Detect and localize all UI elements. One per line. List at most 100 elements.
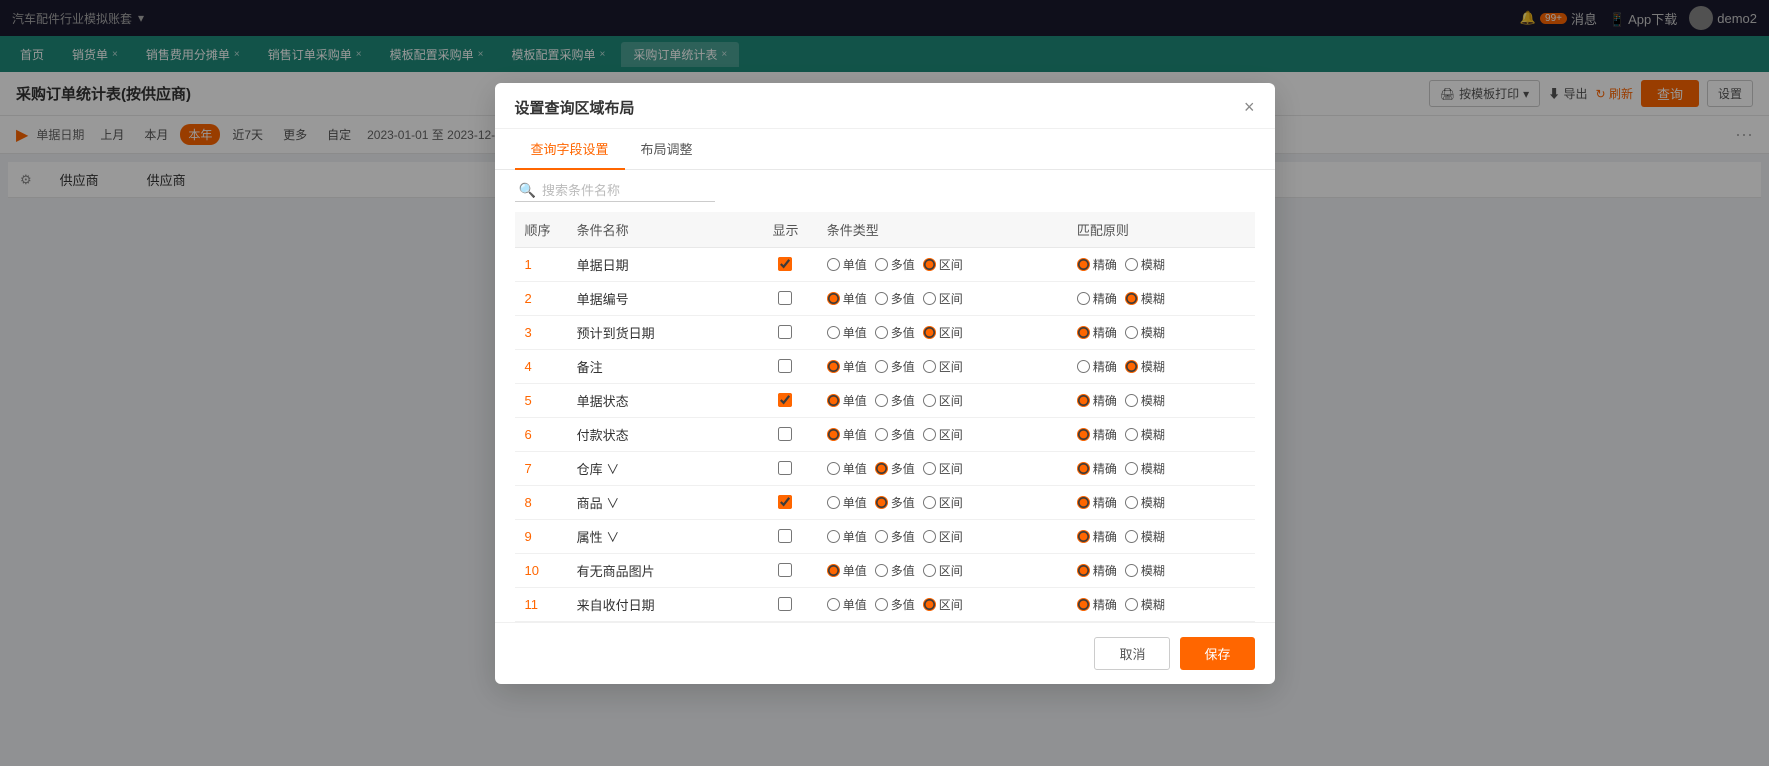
type-radio-type_single[interactable]: 单值 — [827, 494, 867, 511]
match-radio-match_exact[interactable]: 精确 — [1077, 562, 1117, 579]
match-radio-match_exact[interactable]: 精确 — [1077, 256, 1117, 273]
display-checkbox[interactable] — [778, 563, 792, 577]
match-radio-match_exact[interactable]: 精确 — [1077, 392, 1117, 409]
save-button[interactable]: 保存 — [1180, 637, 1254, 670]
row-name: 仓库 ∨ — [567, 451, 755, 485]
row-match: 精确模糊 — [1067, 587, 1255, 621]
row-name: 备注 — [567, 349, 755, 383]
type-radio-type_single[interactable]: 单值 — [827, 392, 867, 409]
type-radio-type_multi[interactable]: 多值 — [875, 460, 915, 477]
display-checkbox[interactable] — [778, 495, 792, 509]
match-radio-match_fuzzy[interactable]: 模糊 — [1125, 562, 1165, 579]
display-checkbox[interactable] — [778, 597, 792, 611]
type-radio-type_multi[interactable]: 多值 — [875, 392, 915, 409]
match-radio-match_exact[interactable]: 精确 — [1077, 460, 1117, 477]
type-radio-type_multi[interactable]: 多值 — [875, 426, 915, 443]
type-radio-type_range[interactable]: 区间 — [923, 290, 963, 307]
type-radio-type_range[interactable]: 区间 — [923, 528, 963, 545]
row-match: 精确模糊 — [1067, 247, 1255, 281]
row-order: 9 — [515, 519, 567, 553]
display-checkbox[interactable] — [778, 257, 792, 271]
display-checkbox[interactable] — [778, 291, 792, 305]
row-type: 单值多值区间 — [817, 281, 1067, 315]
row-match: 精确模糊 — [1067, 417, 1255, 451]
modal-tab-query-fields[interactable]: 查询字段设置 — [515, 129, 625, 170]
display-checkbox[interactable] — [778, 427, 792, 441]
row-type: 单值多值区间 — [817, 383, 1067, 417]
match-radio-match_fuzzy[interactable]: 模糊 — [1125, 596, 1165, 613]
table-head-row: 顺序 条件名称 显示 条件类型 匹配原则 — [515, 212, 1255, 248]
display-checkbox[interactable] — [778, 359, 792, 373]
display-checkbox[interactable] — [778, 325, 792, 339]
type-radio-type_multi[interactable]: 多值 — [875, 324, 915, 341]
match-radio-match_exact[interactable]: 精确 — [1077, 290, 1117, 307]
match-radio-match_fuzzy[interactable]: 模糊 — [1125, 256, 1165, 273]
type-radio-type_multi[interactable]: 多值 — [875, 494, 915, 511]
type-radio-type_multi[interactable]: 多值 — [875, 290, 915, 307]
match-radio-match_exact[interactable]: 精确 — [1077, 596, 1117, 613]
row-name: 来自收付日期 — [567, 587, 755, 621]
search-input[interactable] — [542, 183, 702, 198]
row-display — [754, 417, 817, 451]
match-radio-match_fuzzy[interactable]: 模糊 — [1125, 392, 1165, 409]
type-radio-type_range[interactable]: 区间 — [923, 358, 963, 375]
type-radio-type_range[interactable]: 区间 — [923, 256, 963, 273]
row-match: 精确模糊 — [1067, 519, 1255, 553]
cancel-button[interactable]: 取消 — [1094, 637, 1170, 670]
type-radio-type_single[interactable]: 单值 — [827, 324, 867, 341]
table-row: 9属性 ∨单值多值区间精确模糊 — [515, 519, 1255, 553]
row-match: 精确模糊 — [1067, 315, 1255, 349]
match-radio-match_fuzzy[interactable]: 模糊 — [1125, 290, 1165, 307]
type-radio-type_single[interactable]: 单值 — [827, 290, 867, 307]
match-radio-match_fuzzy[interactable]: 模糊 — [1125, 494, 1165, 511]
display-checkbox[interactable] — [778, 393, 792, 407]
match-radio-match_exact[interactable]: 精确 — [1077, 528, 1117, 545]
row-display — [754, 281, 817, 315]
type-radio-type_single[interactable]: 单值 — [827, 426, 867, 443]
type-radio-type_multi[interactable]: 多值 — [875, 358, 915, 375]
row-type: 单值多值区间 — [817, 315, 1067, 349]
type-radio-type_range[interactable]: 区间 — [923, 562, 963, 579]
type-radio-type_range[interactable]: 区间 — [923, 324, 963, 341]
type-radio-type_range[interactable]: 区间 — [923, 596, 963, 613]
search-icon: 🔍 — [519, 182, 536, 199]
type-radio-type_range[interactable]: 区间 — [923, 392, 963, 409]
match-radio-match_fuzzy[interactable]: 模糊 — [1125, 358, 1165, 375]
type-radio-type_range[interactable]: 区间 — [923, 460, 963, 477]
match-radio-match_fuzzy[interactable]: 模糊 — [1125, 528, 1165, 545]
row-match: 精确模糊 — [1067, 553, 1255, 587]
settings-modal: 设置查询区域布局 × 查询字段设置 布局调整 🔍 顺序 — [495, 83, 1275, 684]
row-name: 单据状态 — [567, 383, 755, 417]
row-display — [754, 383, 817, 417]
display-checkbox[interactable] — [778, 529, 792, 543]
type-radio-type_multi[interactable]: 多值 — [875, 256, 915, 273]
type-radio-type_single[interactable]: 单值 — [827, 596, 867, 613]
type-radio-type_multi[interactable]: 多值 — [875, 528, 915, 545]
match-radio-match_fuzzy[interactable]: 模糊 — [1125, 460, 1165, 477]
type-radio-type_single[interactable]: 单值 — [827, 562, 867, 579]
display-checkbox[interactable] — [778, 461, 792, 475]
type-radio-type_single[interactable]: 单值 — [827, 460, 867, 477]
type-radio-type_multi[interactable]: 多值 — [875, 596, 915, 613]
match-radio-match_fuzzy[interactable]: 模糊 — [1125, 324, 1165, 341]
type-radio-type_single[interactable]: 单值 — [827, 358, 867, 375]
th-name: 条件名称 — [567, 212, 755, 248]
modal-footer: 取消 保存 — [495, 622, 1275, 684]
row-display — [754, 247, 817, 281]
match-radio-match_exact[interactable]: 精确 — [1077, 358, 1117, 375]
type-radio-type_single[interactable]: 单值 — [827, 528, 867, 545]
match-radio-match_exact[interactable]: 精确 — [1077, 324, 1117, 341]
type-radio-type_range[interactable]: 区间 — [923, 426, 963, 443]
modal-close-button[interactable]: × — [1244, 97, 1255, 118]
row-type: 单值多值区间 — [817, 519, 1067, 553]
match-radio-match_exact[interactable]: 精确 — [1077, 494, 1117, 511]
type-radio-type_single[interactable]: 单值 — [827, 256, 867, 273]
type-radio-type_range[interactable]: 区间 — [923, 494, 963, 511]
row-type: 单值多值区间 — [817, 587, 1067, 621]
row-type: 单值多值区间 — [817, 417, 1067, 451]
match-radio-match_fuzzy[interactable]: 模糊 — [1125, 426, 1165, 443]
type-radio-type_multi[interactable]: 多值 — [875, 562, 915, 579]
match-radio-match_exact[interactable]: 精确 — [1077, 426, 1117, 443]
table-row: 8商品 ∨单值多值区间精确模糊 — [515, 485, 1255, 519]
modal-tab-layout[interactable]: 布局调整 — [625, 129, 709, 170]
